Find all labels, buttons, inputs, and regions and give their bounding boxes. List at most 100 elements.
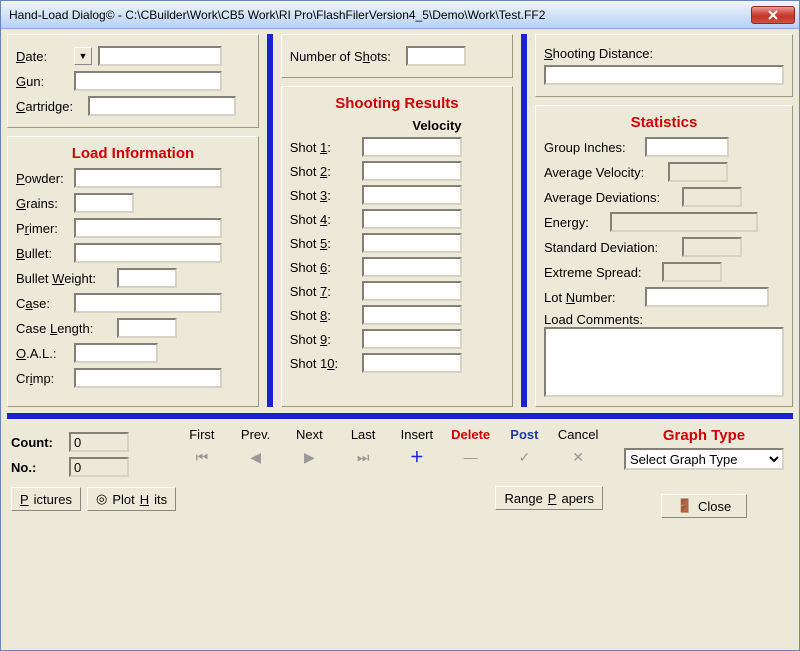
bottom-area: Count: No.: Pictures ◎ Plot Hits First P… (7, 419, 793, 522)
first-icon[interactable]: ⏮ (175, 446, 229, 468)
cartridge-label: Cartridge: (16, 99, 82, 114)
nav-prev-label: Prev. (229, 427, 283, 442)
shot-6-input[interactable] (362, 257, 462, 277)
shot-9-input[interactable] (362, 329, 462, 349)
right-column: Shooting Distance: Statistics Group Inch… (535, 34, 793, 407)
shot-5-label: Shot 5: (290, 236, 352, 251)
num-shots-input[interactable] (406, 46, 466, 66)
distance-input[interactable] (544, 65, 784, 85)
nav-cancel-label: Cancel (551, 427, 605, 442)
shot-3-input[interactable] (362, 185, 462, 205)
next-icon[interactable]: ▶ (283, 446, 337, 468)
nav-labels: First Prev. Next Last Insert Delete Post… (169, 427, 611, 442)
bottom-mid: First Prev. Next Last Insert Delete Post… (169, 427, 611, 510)
shot-5-input[interactable] (362, 233, 462, 253)
top-area: Date: ▼ Gun: Cartridge: Load Information (7, 34, 793, 419)
pictures-button[interactable]: Pictures (11, 487, 81, 511)
ext-spread-label: Extreme Spread: (544, 265, 656, 280)
shot-7-input[interactable] (362, 281, 462, 301)
velocity-header: Velocity (370, 118, 505, 133)
divider-icon (267, 34, 273, 407)
graph-title: Graph Type (619, 427, 789, 444)
titlebar: Hand-Load Dialog© - C:\CBuilder\Work\CB5… (1, 1, 799, 29)
no-label: No.: (11, 460, 63, 475)
cartridge-input[interactable] (88, 96, 236, 116)
shot-4-label: Shot 4: (290, 212, 352, 227)
date-input[interactable] (98, 46, 222, 66)
grains-input[interactable] (74, 193, 134, 213)
std-dev-label: Standard Deviation: (544, 240, 676, 255)
count-output (69, 432, 129, 452)
window: Hand-Load Dialog© - C:\CBuilder\Work\CB5… (0, 0, 800, 651)
group-inches-label: Group Inches: (544, 140, 639, 155)
shot-2-label: Shot 2: (290, 164, 352, 179)
primer-label: Primer: (16, 221, 68, 236)
shot-7-label: Shot 7: (290, 284, 352, 299)
date-picker-button[interactable]: ▼ (74, 47, 92, 65)
powder-label: Powder: (16, 171, 68, 186)
avg-vel-output (668, 162, 728, 182)
no-output (69, 457, 129, 477)
group-inches-input[interactable] (645, 137, 729, 157)
bottom-right: Graph Type Select Graph Type 🚪 Close (619, 427, 789, 518)
energy-output (610, 212, 758, 232)
case-input[interactable] (74, 293, 222, 313)
load-title: Load Information (16, 145, 250, 162)
plot-hits-button[interactable]: ◎ Plot Hits (87, 487, 176, 511)
nav-last-label: Last (336, 427, 390, 442)
bullet-label: Bullet: (16, 246, 68, 261)
grains-label: Grains: (16, 196, 68, 211)
shot-1-label: Shot 1: (290, 140, 352, 155)
lot-input[interactable] (645, 287, 769, 307)
last-icon[interactable]: ⏭ (336, 446, 390, 468)
shot-8-label: Shot 8: (290, 308, 352, 323)
bullet-input[interactable] (74, 243, 222, 263)
oal-input[interactable] (74, 343, 158, 363)
nav-first-label: First (175, 427, 229, 442)
bullet-weight-label: Bullet Weight: (16, 271, 111, 286)
num-shots-label: Number of Shots: (290, 49, 400, 64)
shot-9-label: Shot 9: (290, 332, 352, 347)
stats-panel: Statistics Group Inches: Average Velocit… (535, 105, 793, 407)
comments-input[interactable] (544, 327, 784, 397)
distance-label: Shooting Distance: (544, 46, 653, 61)
avg-vel-label: Average Velocity: (544, 165, 662, 180)
close-button[interactable]: 🚪 Close (661, 494, 747, 518)
avg-dev-output (682, 187, 742, 207)
nav-post-label: Post (498, 427, 552, 442)
energy-label: Energy: (544, 215, 604, 230)
nav-insert-label: Insert (390, 427, 444, 442)
shot-8-input[interactable] (362, 305, 462, 325)
gun-input[interactable] (74, 71, 222, 91)
stats-title: Statistics (544, 114, 784, 131)
range-papers-button[interactable]: Range Papers (495, 486, 603, 510)
shot-4-input[interactable] (362, 209, 462, 229)
results-title: Shooting Results (290, 95, 505, 112)
shot-3-label: Shot 3: (290, 188, 352, 203)
shot-10-input[interactable] (362, 353, 462, 373)
crimp-input[interactable] (74, 368, 222, 388)
cancel-icon[interactable]: ✕ (551, 446, 605, 468)
client-area: Date: ▼ Gun: Cartridge: Load Information (1, 29, 799, 650)
shot-2-input[interactable] (362, 161, 462, 181)
shot-1-input[interactable] (362, 137, 462, 157)
ext-spread-output (662, 262, 722, 282)
oal-label: O.A.L.: (16, 346, 68, 361)
nav-icons: ⏮ ◀ ▶ ⏭ ＋ — ✓ ✕ (169, 442, 611, 472)
bullet-weight-input[interactable] (117, 268, 177, 288)
primer-input[interactable] (74, 218, 222, 238)
powder-input[interactable] (74, 168, 222, 188)
graph-type-select[interactable]: Select Graph Type (624, 448, 784, 470)
target-icon: ◎ (96, 491, 107, 507)
minus-icon[interactable]: — (444, 446, 498, 468)
gun-label: Gun: (16, 74, 68, 89)
close-icon[interactable] (751, 6, 795, 24)
shot-10-label: Shot 10: (290, 356, 352, 371)
window-title: Hand-Load Dialog© - C:\CBuilder\Work\CB5… (9, 8, 545, 22)
prev-icon[interactable]: ◀ (229, 446, 283, 468)
count-label: Count: (11, 435, 63, 450)
plus-icon[interactable]: ＋ (390, 446, 444, 468)
load-panel: Load Information Powder: Grains: Primer:… (7, 136, 259, 407)
check-icon[interactable]: ✓ (498, 446, 552, 468)
case-length-input[interactable] (117, 318, 177, 338)
